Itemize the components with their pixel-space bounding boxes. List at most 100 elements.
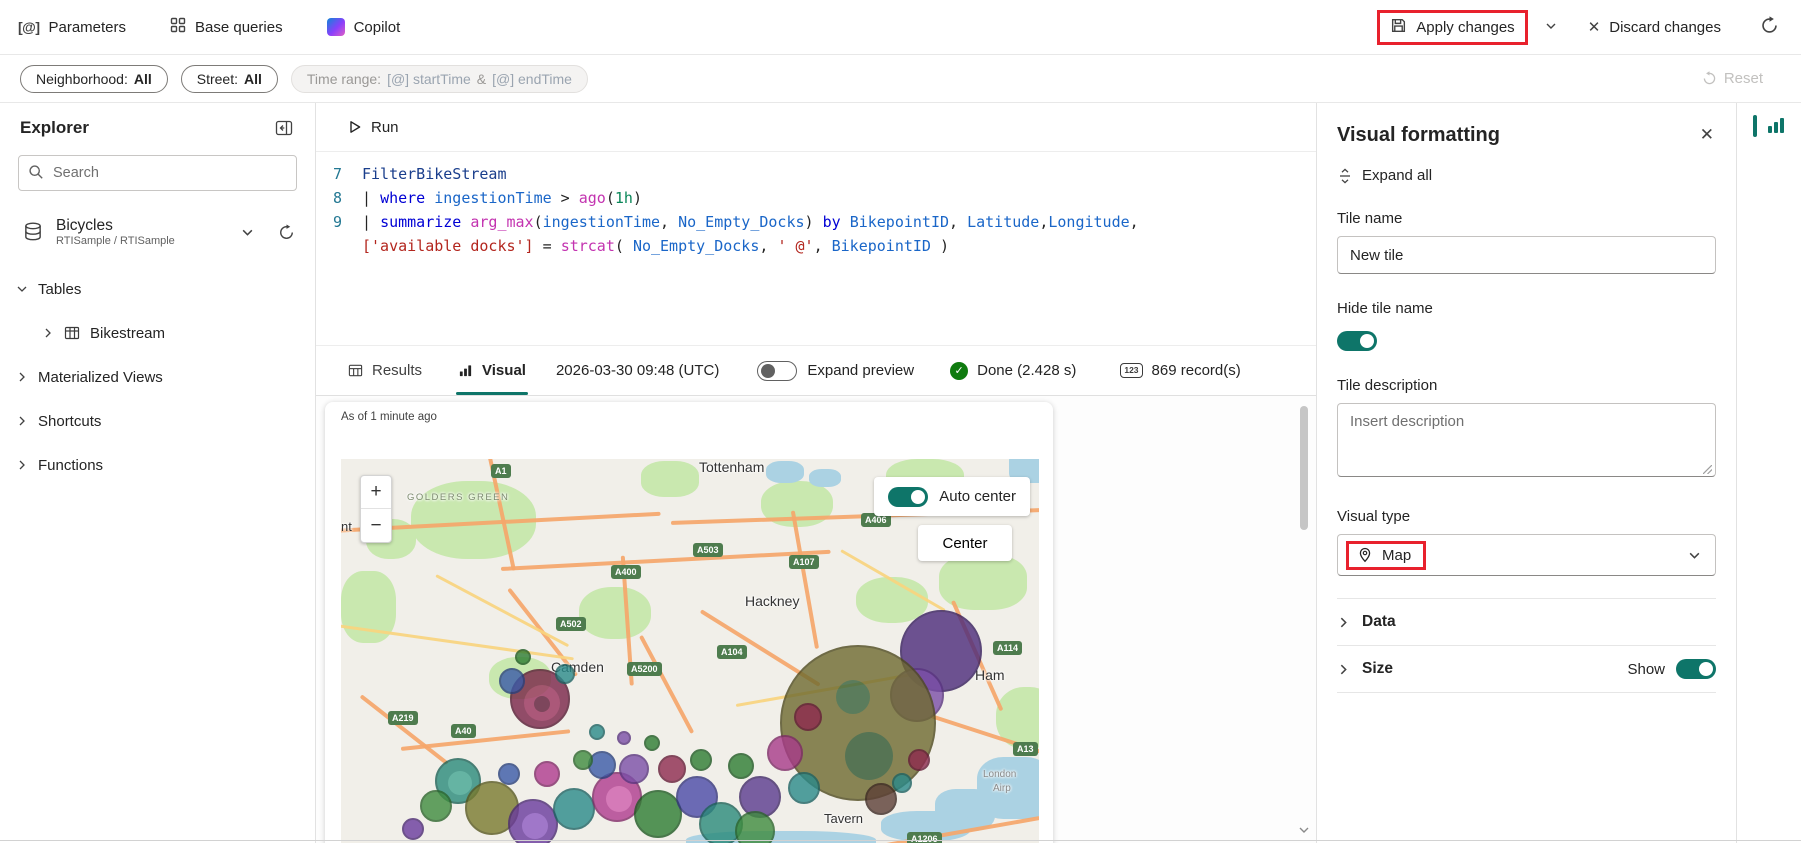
explorer-search bbox=[18, 155, 297, 191]
discard-changes-button[interactable]: ✕ Discard changes bbox=[1588, 18, 1721, 37]
tree-item-tables[interactable]: Tables bbox=[0, 267, 315, 311]
map-visual[interactable]: + − Auto center Center A1 A406 A503 A400 A10… bbox=[341, 459, 1039, 843]
apply-changes-dropdown-chevron[interactable] bbox=[1541, 16, 1561, 39]
center-button[interactable]: Center bbox=[918, 525, 1012, 561]
search-input[interactable] bbox=[18, 155, 297, 191]
reset-label: Reset bbox=[1723, 70, 1763, 87]
database-icon bbox=[25, 222, 41, 241]
run-button[interactable]: Run bbox=[348, 119, 399, 136]
map-bubble[interactable] bbox=[508, 799, 558, 843]
map-bubble[interactable] bbox=[908, 749, 930, 771]
database-switch-button[interactable] bbox=[239, 224, 256, 241]
map-bubble[interactable] bbox=[553, 788, 595, 830]
base-queries-button[interactable]: Base queries bbox=[170, 17, 283, 37]
map-bubble[interactable] bbox=[788, 772, 820, 804]
map-bubble[interactable] bbox=[619, 754, 649, 784]
code-editor[interactable]: 7 FilterBikeStream 8 | where ingestionTime … bbox=[316, 152, 1316, 334]
tile-description-input[interactable] bbox=[1337, 403, 1716, 477]
road-badge: A1206 bbox=[907, 832, 942, 843]
tile-name-input[interactable] bbox=[1337, 236, 1716, 274]
query-status: Done (2.428 s) bbox=[977, 362, 1077, 379]
database-refresh-button[interactable] bbox=[276, 222, 297, 243]
section-size[interactable]: Size Show bbox=[1337, 646, 1716, 692]
refresh-button[interactable] bbox=[1756, 12, 1783, 42]
street-filter-pill[interactable]: Street: All bbox=[180, 64, 278, 93]
map-bubble[interactable] bbox=[735, 811, 775, 843]
tree-item-functions[interactable]: Functions bbox=[0, 443, 315, 487]
visual-formatting-panel: Visual formatting ✕ Expand all Tile name… bbox=[1316, 103, 1737, 843]
size-show-toggle[interactable] bbox=[1676, 659, 1716, 679]
map-bubble[interactable] bbox=[728, 753, 754, 779]
map-bubble[interactable] bbox=[865, 783, 897, 815]
code-line[interactable]: 9 | summarize arg_max(ingestionTime, No_E… bbox=[316, 210, 1316, 234]
hide-tile-name-toggle[interactable] bbox=[1337, 331, 1377, 351]
map-bubble[interactable] bbox=[555, 664, 575, 684]
chevron-right-icon bbox=[19, 460, 25, 470]
tree-item-materialized-views[interactable]: Materialized Views bbox=[0, 355, 315, 399]
database-subtitle: RTISample / RTISample bbox=[56, 234, 175, 247]
expand-preview-label: Expand preview bbox=[807, 362, 915, 379]
code-line[interactable]: 8 | where ingestionTime > ago(1h) bbox=[316, 186, 1316, 210]
map-bubble[interactable] bbox=[499, 668, 525, 694]
bar-chart-icon[interactable] bbox=[1766, 115, 1786, 135]
base-queries-label: Base queries bbox=[195, 18, 283, 36]
map-bubble[interactable] bbox=[573, 750, 593, 770]
database-item[interactable]: Bicycles RTISample / RTISample bbox=[0, 217, 315, 247]
map-bubble[interactable] bbox=[690, 749, 712, 771]
play-icon bbox=[350, 121, 361, 133]
close-panel-button[interactable]: ✕ bbox=[1698, 123, 1716, 147]
vertical-scrollbar[interactable] bbox=[1298, 400, 1310, 843]
toolbar-left-group: [@] Parameters Base queries Copilot bbox=[18, 17, 400, 37]
collapse-pane-button[interactable] bbox=[273, 117, 295, 139]
neighborhood-filter-pill[interactable]: Neighborhood: All bbox=[20, 64, 168, 93]
scrollbar-thumb[interactable] bbox=[1300, 406, 1308, 530]
park-area bbox=[579, 587, 651, 639]
tab-visual[interactable]: Visual bbox=[456, 346, 528, 395]
map-bubble-inner bbox=[606, 786, 632, 812]
copilot-button[interactable]: Copilot bbox=[326, 18, 400, 36]
chevron-right-icon bbox=[1340, 664, 1347, 674]
map-bubble[interactable] bbox=[498, 763, 520, 785]
street-filter-label: Street: bbox=[196, 70, 238, 87]
apply-changes-button[interactable]: Apply changes bbox=[1390, 17, 1515, 38]
map-bubble[interactable] bbox=[402, 818, 424, 840]
map-bubble[interactable] bbox=[794, 703, 822, 731]
water-area bbox=[766, 461, 804, 483]
tree-item-shortcuts[interactable]: Shortcuts bbox=[0, 399, 315, 443]
map-bubble[interactable] bbox=[515, 649, 531, 665]
time-range-amp: & bbox=[476, 70, 487, 87]
database-text: Bicycles RTISample / RTISample bbox=[56, 217, 175, 247]
scrollbar-down-arrow[interactable] bbox=[1298, 825, 1310, 837]
reset-button[interactable]: Reset bbox=[1702, 70, 1763, 87]
map-bubble[interactable] bbox=[658, 755, 686, 783]
map-bubble[interactable] bbox=[892, 773, 912, 793]
map-bubble[interactable] bbox=[617, 731, 631, 745]
code-line[interactable]: 7 FilterBikeStream bbox=[316, 162, 1316, 186]
sync-icon bbox=[280, 224, 293, 239]
road-badge: A219 bbox=[388, 711, 418, 725]
map-bubble[interactable] bbox=[644, 735, 660, 751]
show-label: Show bbox=[1627, 660, 1665, 678]
tab-results-label: Results bbox=[372, 362, 423, 379]
map-bubble[interactable] bbox=[589, 724, 605, 740]
visual-type-select[interactable]: Map bbox=[1337, 534, 1716, 576]
section-data[interactable]: Data bbox=[1337, 599, 1716, 645]
zoom-in-button[interactable]: + bbox=[361, 476, 391, 509]
parameters-button[interactable]: [@] Parameters bbox=[18, 19, 126, 36]
tab-results[interactable]: Results bbox=[348, 346, 422, 395]
map-place-label: Tottenham bbox=[699, 459, 765, 475]
map-bubble[interactable] bbox=[767, 735, 803, 771]
map-bubble[interactable] bbox=[634, 790, 682, 838]
road-badge: A503 bbox=[693, 543, 723, 557]
map-bubble-inner bbox=[836, 680, 870, 714]
code-line[interactable]: ['available docks'] = strcat( No_Empty_D… bbox=[316, 234, 1316, 258]
expand-preview-toggle[interactable] bbox=[757, 360, 798, 381]
map-bubble-inner bbox=[845, 732, 893, 780]
map-bubble[interactable] bbox=[534, 761, 560, 787]
auto-center-toggle[interactable] bbox=[888, 486, 929, 507]
tree-item-bikestream[interactable]: Bikestream bbox=[0, 311, 315, 355]
zoom-out-button[interactable]: − bbox=[361, 509, 391, 542]
expand-all-button[interactable]: Expand all bbox=[1337, 167, 1432, 184]
resize-grip-icon[interactable] bbox=[1703, 465, 1712, 474]
map-bubble[interactable] bbox=[420, 790, 452, 822]
